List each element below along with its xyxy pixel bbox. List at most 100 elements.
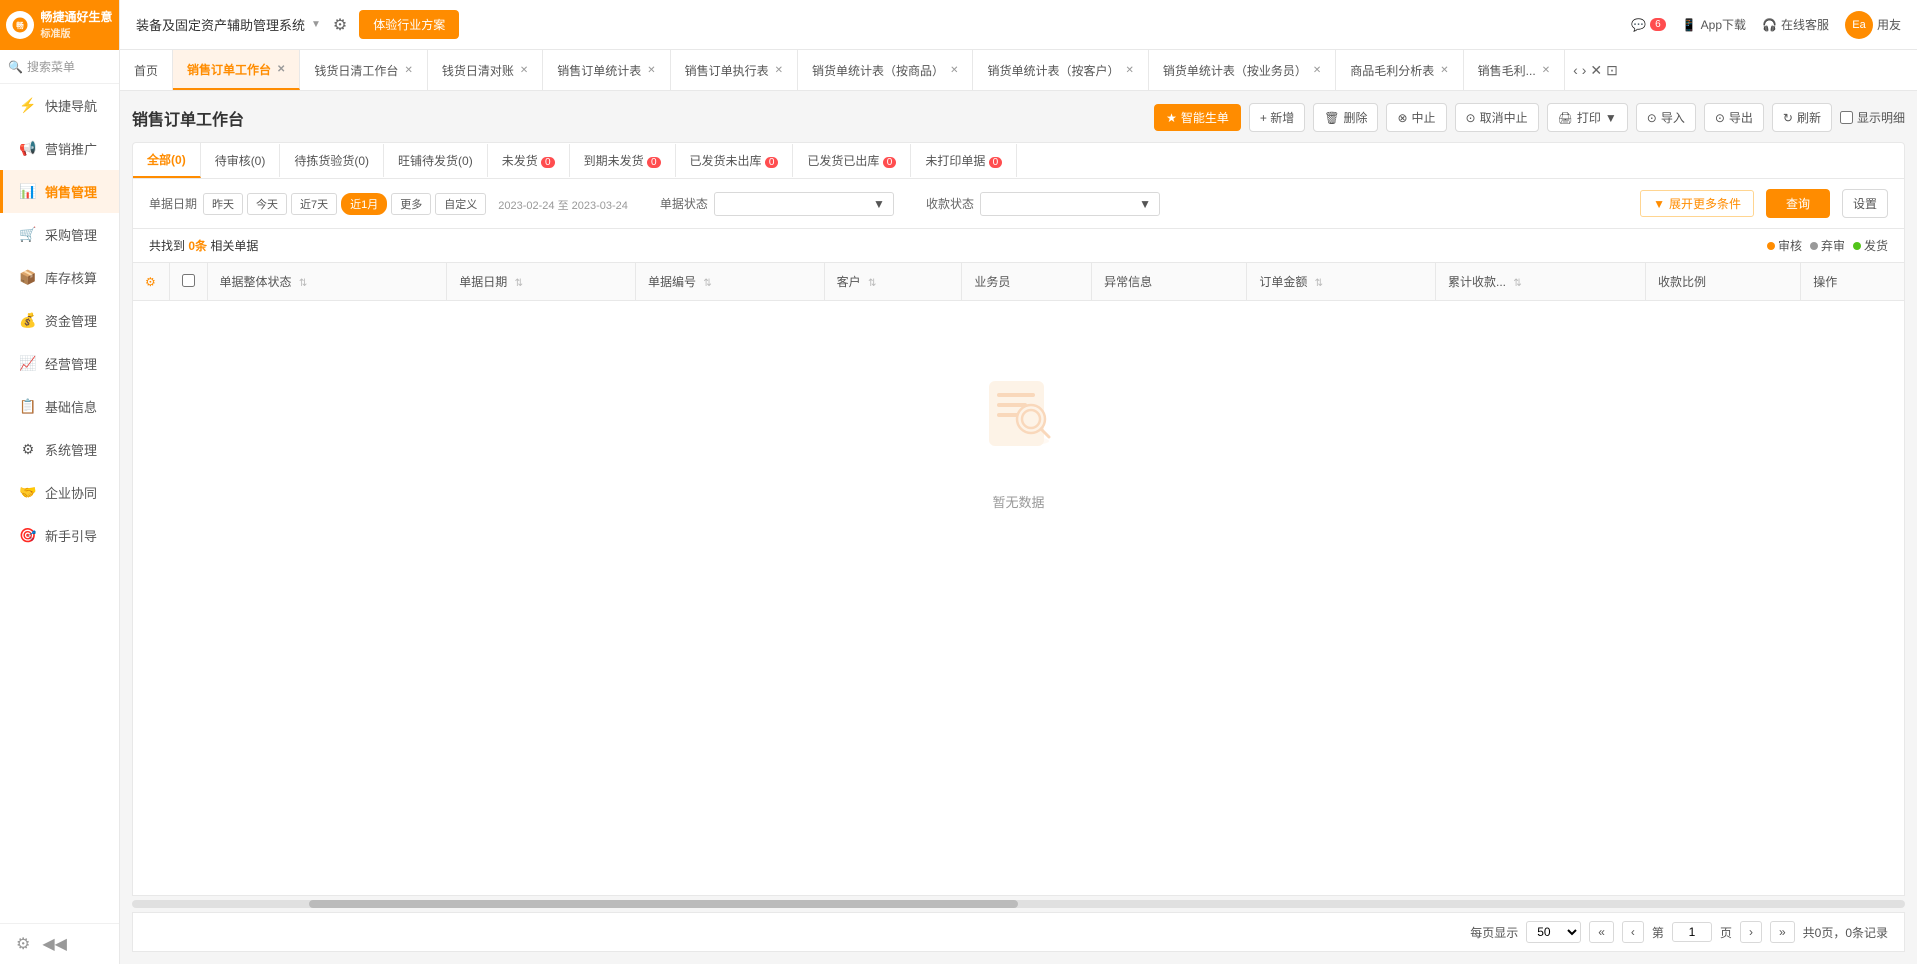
tab-cash-reconcile-close[interactable]: ✕ xyxy=(520,65,528,76)
smart-btn[interactable]: ★ 智能生单 xyxy=(1154,104,1241,131)
delete-icon: 🗑 xyxy=(1324,111,1339,125)
sidebar-item-quick-nav[interactable]: ⚡ 快捷导航 xyxy=(0,84,119,127)
message-item[interactable]: 💬 6 xyxy=(1631,18,1666,32)
scroll-bar-thumb[interactable] xyxy=(309,900,1018,908)
tab-home[interactable]: 首页 xyxy=(120,50,173,90)
sidebar-item-operation[interactable]: 📈 经营管理 xyxy=(0,342,119,385)
tab-product-margin[interactable]: 商品毛利分析表 ✕ xyxy=(1336,50,1463,90)
tab-sales-workbench[interactable]: 销售订单工作台 ✕ xyxy=(173,50,300,90)
sidebar-item-inventory[interactable]: 📦 库存核算 xyxy=(0,256,119,299)
tab-sales-stat-close[interactable]: ✕ xyxy=(647,65,655,76)
pagination-first-btn[interactable]: « xyxy=(1589,921,1614,943)
sidebar-item-search[interactable]: 🔍 搜索菜单 xyxy=(0,50,119,84)
select-all-checkbox[interactable] xyxy=(182,274,195,287)
filter-tab-shipped-out[interactable]: 已发货已出库 0 xyxy=(793,144,911,177)
finance-icon: 💰 xyxy=(19,312,37,330)
tab-sales-stat[interactable]: 销售订单统计表 ✕ xyxy=(543,50,670,90)
delete-btn[interactable]: 🗑 删除 xyxy=(1313,103,1378,132)
tab-close-all-icon[interactable]: ✕ xyxy=(1590,62,1602,79)
filter-tab-shipped-not-out[interactable]: 已发货未出库 0 xyxy=(676,144,794,177)
th-checkbox[interactable] xyxy=(169,263,207,301)
tab-expand-icon[interactable]: ⊡ xyxy=(1606,62,1618,79)
print-btn[interactable]: 🖨 打印 ▼ xyxy=(1547,103,1628,132)
tab-product-margin-close[interactable]: ✕ xyxy=(1440,65,1448,76)
tab-sales-stat-customer[interactable]: 销货单统计表（按客户） ✕ xyxy=(973,50,1148,90)
cancel-review-btn[interactable]: 弃审 xyxy=(1810,237,1845,254)
date-sort-icon[interactable]: ⇅ xyxy=(515,278,523,289)
pagination-next-btn[interactable]: › xyxy=(1740,921,1762,943)
date-btn-yesterday[interactable]: 昨天 xyxy=(203,193,243,215)
expand-btn[interactable]: ▼ 展开更多条件 xyxy=(1640,190,1754,217)
tab-prev-icon[interactable]: ‹ xyxy=(1573,62,1578,78)
amount-sort-icon[interactable]: ⇅ xyxy=(1315,278,1323,289)
sidebar-item-purchase[interactable]: 🛒 采购管理 xyxy=(0,213,119,256)
tab-sales-workbench-close[interactable]: ✕ xyxy=(277,64,285,75)
tab-sales-stat-staff[interactable]: 销货单统计表（按业务员） ✕ xyxy=(1149,50,1336,90)
app-download-item[interactable]: 📱 App下载 xyxy=(1682,16,1746,33)
pagination-last-btn[interactable]: » xyxy=(1770,921,1795,943)
tab-sales-exec[interactable]: 销售订单执行表 ✕ xyxy=(671,50,798,90)
cancel-stop-btn[interactable]: ⊙ 取消中止 xyxy=(1455,103,1539,132)
tab-sales-stat-product-close[interactable]: ✕ xyxy=(950,65,958,76)
filter-tab-not-shipped[interactable]: 未发货 0 xyxy=(488,144,570,177)
settings-icon[interactable]: ⚙ xyxy=(16,934,30,954)
header-gear-icon[interactable]: ⚙ xyxy=(333,15,347,35)
user-item[interactable]: Ea 用友 xyxy=(1845,11,1901,39)
filter-tab-not-printed[interactable]: 未打印单据 0 xyxy=(911,144,1017,177)
export-btn[interactable]: ⊙ 导出 xyxy=(1704,103,1764,132)
refresh-icon: ↻ xyxy=(1783,111,1793,125)
tab-cash-daily-close[interactable]: ✕ xyxy=(404,65,412,76)
stop-btn[interactable]: ⊗ 中止 xyxy=(1386,103,1446,132)
settings-btn[interactable]: 设置 xyxy=(1842,189,1888,218)
tab-next-icon[interactable]: › xyxy=(1582,62,1587,78)
query-btn[interactable]: 查询 xyxy=(1766,189,1830,218)
customer-sort-icon[interactable]: ⇅ xyxy=(868,278,876,289)
filter-tab-overdue[interactable]: 到期未发货 0 xyxy=(570,144,676,177)
th-settings[interactable]: ⚙ xyxy=(133,263,169,301)
sidebar-item-enterprise[interactable]: 🤝 企业协同 xyxy=(0,471,119,514)
online-service-item[interactable]: 🎧 在线客服 xyxy=(1762,16,1829,33)
sidebar-item-system[interactable]: ⚙ 系统管理 xyxy=(0,428,119,471)
date-btn-custom[interactable]: 自定义 xyxy=(435,193,486,215)
tab-cash-reconcile[interactable]: 钱货日清对账 ✕ xyxy=(428,50,543,90)
filter-tab-pending-inspect[interactable]: 待拣货验货(0) xyxy=(280,144,384,177)
refresh-btn[interactable]: ↻ 刷新 xyxy=(1772,103,1832,132)
filter-status-select[interactable]: ▼ xyxy=(714,192,894,216)
tab-sales-exec-close[interactable]: ✕ xyxy=(775,65,783,76)
date-btn-more[interactable]: 更多 xyxy=(391,193,431,215)
filter-tab-all[interactable]: 全部(0) xyxy=(133,143,201,178)
sidebar-item-basic-info[interactable]: 📋 基础信息 xyxy=(0,385,119,428)
ship-btn[interactable]: 发货 xyxy=(1853,237,1888,254)
collapse-icon[interactable]: ◀◀ xyxy=(42,934,67,954)
date-btn-1month[interactable]: 近1月 xyxy=(341,193,387,215)
tab-sales-more-close[interactable]: ✕ xyxy=(1542,65,1550,76)
show-detail-label[interactable]: 显示明细 xyxy=(1840,109,1905,126)
date-btn-today[interactable]: 今天 xyxy=(247,193,287,215)
filter-payment-select[interactable]: ▼ xyxy=(980,192,1160,216)
sidebar-item-sales[interactable]: 📊 销售管理 xyxy=(0,170,119,213)
filter-tab-wangpu[interactable]: 旺铺待发货(0) xyxy=(384,144,488,177)
tab-sales-stat-staff-close[interactable]: ✕ xyxy=(1313,65,1321,76)
collected-sort-icon[interactable]: ⇅ xyxy=(1513,278,1521,289)
sidebar-item-guide[interactable]: 🎯 新手引导 xyxy=(0,514,119,557)
show-detail-checkbox[interactable] xyxy=(1840,111,1853,124)
import-btn[interactable]: ⊙ 导入 xyxy=(1636,103,1696,132)
tab-sales-stat-product[interactable]: 销货单统计表（按商品） ✕ xyxy=(798,50,973,90)
tab-sales-more[interactable]: 销售毛利... ✕ xyxy=(1464,50,1565,90)
tab-sales-stat-customer-close[interactable]: ✕ xyxy=(1125,65,1133,76)
system-dropdown-icon[interactable]: ▼ xyxy=(311,19,321,30)
pagination-prev-btn[interactable]: ‹ xyxy=(1622,921,1644,943)
industry-btn[interactable]: 体验行业方案 xyxy=(359,10,459,39)
sidebar-item-marketing[interactable]: 📢 营销推广 xyxy=(0,127,119,170)
filter-tab-pending-review[interactable]: 待审核(0) xyxy=(201,144,281,177)
add-btn[interactable]: + 新增 xyxy=(1249,103,1305,132)
number-sort-icon[interactable]: ⇅ xyxy=(703,278,711,289)
th-number-label: 单据编号 xyxy=(648,275,696,289)
page-size-select[interactable]: 50 10 20 100 xyxy=(1526,921,1581,943)
date-btn-7days[interactable]: 近7天 xyxy=(291,193,337,215)
sidebar-item-finance[interactable]: 💰 资金管理 xyxy=(0,299,119,342)
pagination-page-input[interactable] xyxy=(1672,922,1712,942)
status-sort-icon[interactable]: ⇅ xyxy=(299,278,307,289)
tab-cash-daily[interactable]: 钱货日清工作台 ✕ xyxy=(300,50,427,90)
review-btn[interactable]: 审核 xyxy=(1767,237,1802,254)
